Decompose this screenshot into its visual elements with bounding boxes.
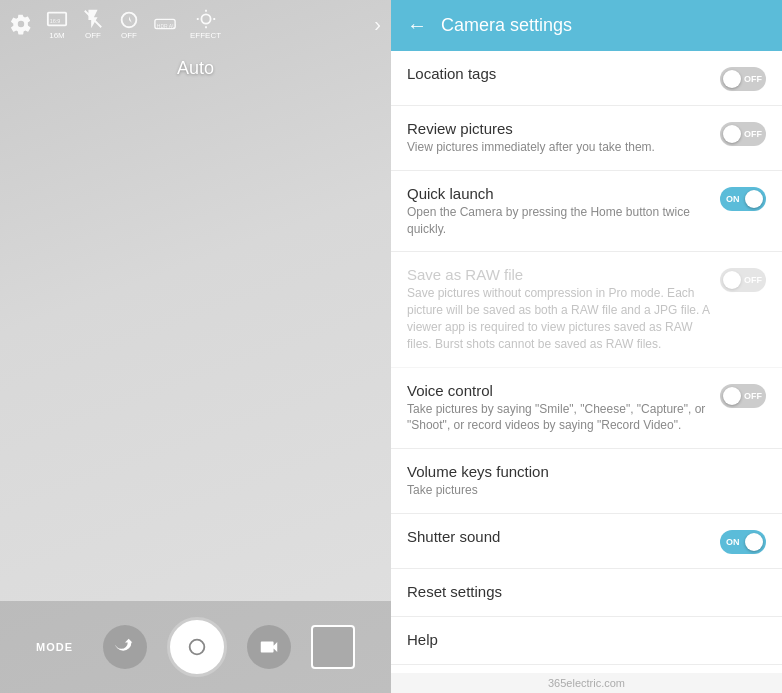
quick-launch-toggle[interactable]: ON [720, 187, 766, 211]
quick-launch-content: Quick launch Open the Camera by pressing… [407, 185, 720, 238]
voice-control-toggle[interactable]: OFF [720, 384, 766, 408]
toggle-off-label-3: OFF [744, 275, 762, 285]
toggle-off-label-2: OFF [744, 129, 762, 139]
location-tags-toggle[interactable]: OFF [720, 67, 766, 91]
toolbar-expand-arrow[interactable]: › [374, 13, 381, 36]
volume-keys-content: Volume keys function Take pictures [407, 463, 766, 499]
settings-item-help[interactable]: Help [391, 617, 782, 665]
voice-control-toggle-container: OFF [720, 384, 766, 408]
quick-launch-desc: Open the Camera by pressing the Home but… [407, 204, 710, 238]
save-raw-content: Save as RAW file Save pictures without c… [407, 266, 720, 352]
settings-item-shutter-sound[interactable]: Shutter sound ON [391, 514, 782, 569]
settings-item-reset[interactable]: Reset settings [391, 569, 782, 617]
camera-viewfinder: 16:9 16M OFF OFF HDR AUTO EFFECT › Auto [0, 0, 391, 693]
svg-text:16:9: 16:9 [50, 18, 61, 24]
settings-icon-btn[interactable] [10, 13, 32, 35]
camera-controls-bar: MODE [0, 601, 391, 693]
flash-icon-btn[interactable]: OFF [82, 8, 104, 40]
save-raw-desc: Save pictures without compression in Pro… [407, 285, 710, 352]
location-tags-content: Location tags [407, 65, 720, 84]
shutter-sound-title: Shutter sound [407, 528, 710, 545]
toggle-knob-2 [723, 125, 741, 143]
toggle-off-label-4: OFF [744, 391, 762, 401]
svg-point-7 [190, 640, 205, 655]
review-pictures-title: Review pictures [407, 120, 710, 137]
settings-item-review-pictures[interactable]: Review pictures View pictures immediatel… [391, 106, 782, 171]
help-content: Help [407, 631, 766, 650]
camera-toolbar: 16:9 16M OFF OFF HDR AUTO EFFECT › [0, 0, 391, 48]
flip-camera-button[interactable] [103, 625, 147, 669]
quick-launch-toggle-container: ON [720, 187, 766, 211]
save-raw-toggle: OFF [720, 268, 766, 292]
toggle-knob-6 [745, 533, 763, 551]
toggle-knob [723, 70, 741, 88]
settings-header: ← Camera settings [391, 0, 782, 51]
settings-item-volume-keys[interactable]: Volume keys function Take pictures [391, 449, 782, 514]
timer-icon-btn[interactable]: OFF [118, 8, 140, 40]
video-button[interactable] [247, 625, 291, 669]
save-raw-toggle-container: OFF [720, 268, 766, 292]
settings-item-location-tags[interactable]: Location tags OFF [391, 51, 782, 106]
reset-settings-title: Reset settings [407, 583, 756, 600]
svg-point-3 [122, 13, 137, 28]
ratio-indicator: 16:9 16M [46, 8, 68, 40]
settings-list: Location tags OFF Review pictures View p… [391, 51, 782, 673]
settings-header-title: Camera settings [441, 15, 572, 36]
settings-item-save-raw: Save as RAW file Save pictures without c… [391, 252, 782, 367]
review-pictures-toggle-container: OFF [720, 122, 766, 146]
svg-text:HDR AUTO: HDR AUTO [157, 23, 176, 29]
help-title: Help [407, 631, 756, 648]
toggle-off-label: OFF [744, 74, 762, 84]
voice-control-title: Voice control [407, 382, 710, 399]
svg-point-6 [201, 14, 210, 23]
quick-launch-title: Quick launch [407, 185, 710, 202]
shutter-sound-toggle[interactable]: ON [720, 530, 766, 554]
hdr-icon-btn[interactable]: HDR AUTO [154, 13, 176, 35]
gallery-thumbnail[interactable] [311, 625, 355, 669]
review-pictures-content: Review pictures View pictures immediatel… [407, 120, 720, 156]
megapixel-label: 16M [49, 31, 65, 40]
shutter-sound-toggle-container: ON [720, 530, 766, 554]
location-tags-toggle-container: OFF [720, 67, 766, 91]
reset-settings-content: Reset settings [407, 583, 766, 602]
toggle-knob-3 [745, 190, 763, 208]
camera-mode-label: Auto [0, 58, 391, 79]
settings-item-voice-control[interactable]: Voice control Take pictures by saying "S… [391, 368, 782, 450]
settings-item-quick-launch[interactable]: Quick launch Open the Camera by pressing… [391, 171, 782, 253]
toggle-knob-5 [723, 387, 741, 405]
toggle-knob-4 [723, 271, 741, 289]
review-pictures-desc: View pictures immediately after you take… [407, 139, 710, 156]
settings-panel: ← Camera settings Location tags OFF Revi… [391, 0, 782, 693]
shutter-button[interactable] [167, 617, 227, 677]
mode-button[interactable]: MODE [36, 641, 73, 653]
location-tags-title: Location tags [407, 65, 710, 82]
voice-control-desc: Take pictures by saying "Smile", "Cheese… [407, 401, 710, 435]
voice-control-content: Voice control Take pictures by saying "S… [407, 382, 720, 435]
save-raw-title: Save as RAW file [407, 266, 710, 283]
shutter-sound-content: Shutter sound [407, 528, 720, 547]
review-pictures-toggle[interactable]: OFF [720, 122, 766, 146]
toggle-on-label: ON [726, 194, 740, 204]
back-arrow-icon[interactable]: ← [407, 14, 427, 37]
toggle-on-label-2: ON [726, 537, 740, 547]
volume-keys-title: Volume keys function [407, 463, 756, 480]
effect-icon-btn[interactable]: EFFECT [190, 8, 221, 40]
watermark: 365electric.com [391, 673, 782, 693]
volume-keys-desc: Take pictures [407, 482, 756, 499]
